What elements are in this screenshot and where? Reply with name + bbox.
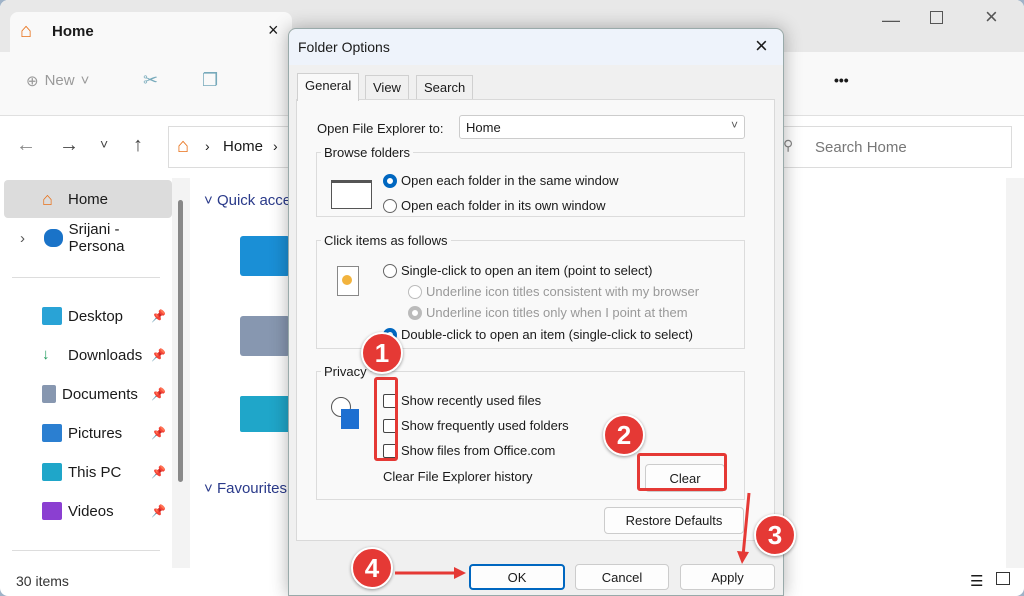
annotation-badge-1: 1 xyxy=(361,332,403,374)
annotation-arrows xyxy=(395,492,751,579)
arrow-to-apply xyxy=(741,492,751,557)
tab-general[interactable]: General xyxy=(297,73,360,101)
annotation-badge-2: 2 xyxy=(603,414,645,456)
annotation-badge-3: 3 xyxy=(754,514,796,556)
annotation-badge-4: 4 xyxy=(351,547,393,589)
